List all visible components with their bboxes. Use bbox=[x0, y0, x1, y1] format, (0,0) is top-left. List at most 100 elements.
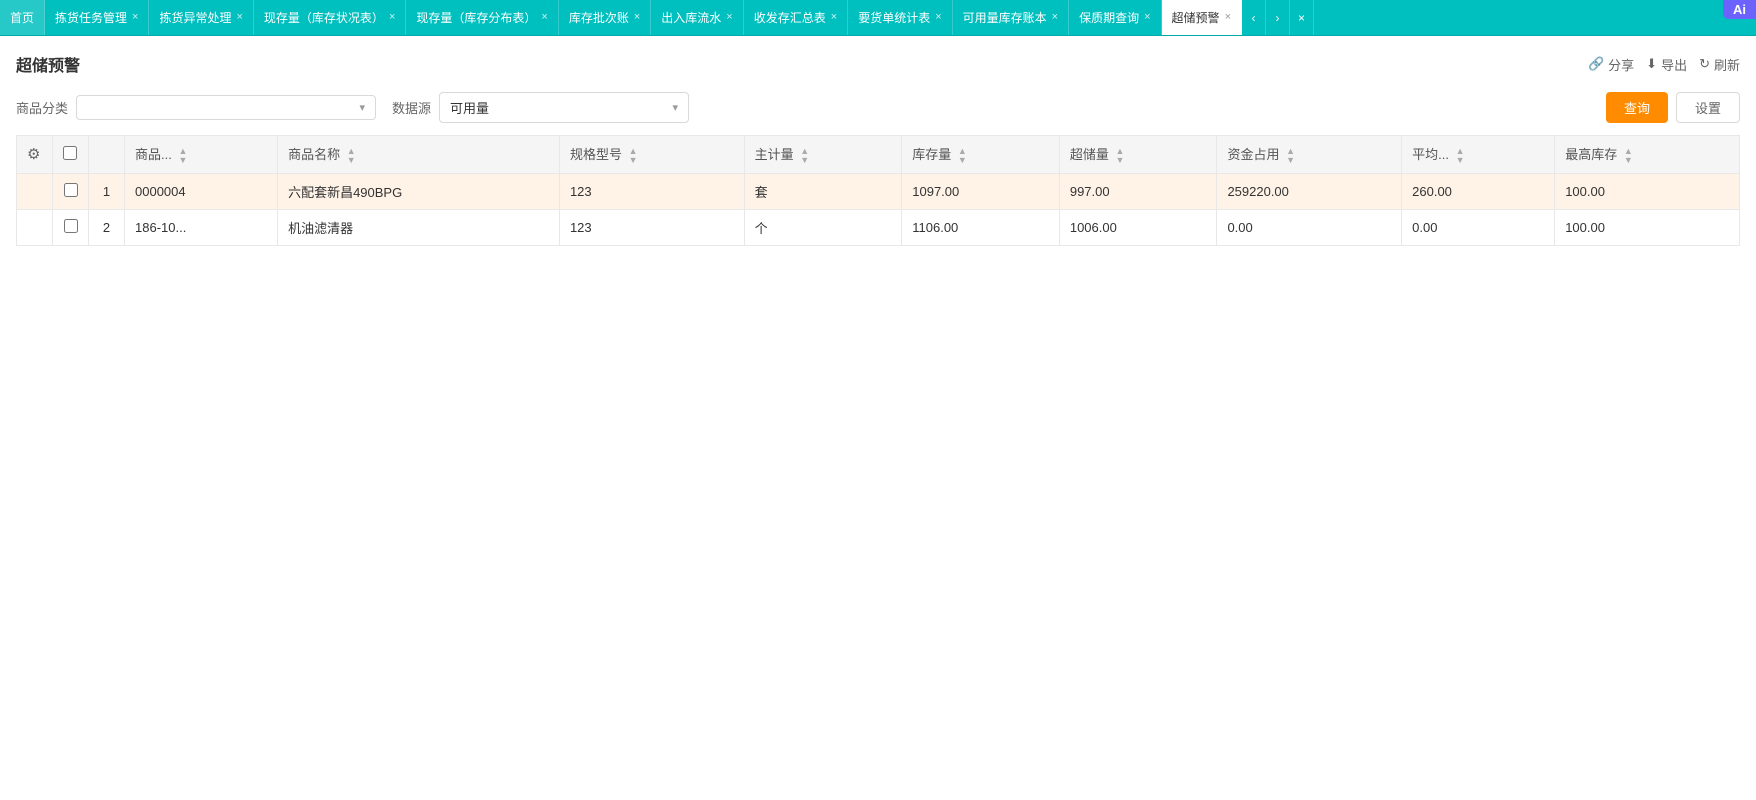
th-spec-label: 规格型号 bbox=[570, 147, 622, 162]
th-product-code[interactable]: 商品... ▲▼ bbox=[125, 136, 278, 174]
th-overstock[interactable]: 超储量 ▲▼ bbox=[1059, 136, 1217, 174]
row-checkbox[interactable] bbox=[64, 219, 78, 233]
table-row: 1 0000004 六配套新昌490BPG 123 套 1097.00 997.… bbox=[17, 173, 1740, 209]
nav-tab-4[interactable]: 现存量（库存分布表） × bbox=[406, 0, 558, 36]
sort-icon: ▲▼ bbox=[178, 147, 187, 165]
datasource-filter-group: 数据源 可用量 ▾ bbox=[392, 92, 689, 123]
nav-tab-8[interactable]: 要货单统计表 × bbox=[848, 0, 952, 36]
refresh-button[interactable]: ↻ 刷新 bbox=[1699, 55, 1740, 74]
nav-tab-label: 出入库流水 bbox=[661, 9, 721, 26]
nav-tab-label: 库存批次账 bbox=[569, 9, 629, 26]
gear-icon[interactable]: ⚙ bbox=[27, 146, 40, 163]
close-icon[interactable]: × bbox=[1144, 12, 1150, 23]
ai-badge[interactable]: Ai bbox=[1723, 0, 1756, 19]
td-product-name: 六配套新昌490BPG bbox=[278, 173, 560, 209]
th-row-num bbox=[89, 136, 125, 174]
close-icon[interactable]: × bbox=[1052, 12, 1058, 23]
td-checkbox[interactable] bbox=[53, 173, 89, 209]
category-select[interactable]: ▾ bbox=[76, 95, 376, 120]
select-all-checkbox[interactable] bbox=[63, 146, 77, 160]
nav-arrow-right[interactable]: › bbox=[1266, 0, 1290, 36]
nav-tab-5[interactable]: 库存批次账 × bbox=[559, 0, 651, 36]
share-icon: 🔗 bbox=[1588, 56, 1604, 72]
row-checkbox[interactable] bbox=[64, 183, 78, 197]
nav-tab-2[interactable]: 拣货异常处理 × bbox=[149, 0, 253, 36]
th-unit[interactable]: 主计量 ▲▼ bbox=[744, 136, 902, 174]
nav-tab-label: 拣货异常处理 bbox=[159, 9, 231, 26]
th-checkbox bbox=[53, 136, 89, 174]
sort-icon: ▲▼ bbox=[958, 147, 967, 165]
refresh-label: 刷新 bbox=[1714, 55, 1740, 74]
td-product-name: 机油滤清器 bbox=[278, 209, 560, 245]
data-table: ⚙ 商品... ▲▼ 商品名称 ▲▼ 规格型号 ▲▼ bbox=[16, 135, 1740, 246]
page-content: 超储预警 🔗 分享 ⬇ 导出 ↻ 刷新 商品分类 ▾ 数据源 bbox=[0, 36, 1756, 800]
share-label: 分享 bbox=[1608, 55, 1634, 74]
nav-tab-7[interactable]: 收发存汇总表 × bbox=[744, 0, 848, 36]
page-title: 超储预警 bbox=[16, 52, 80, 76]
td-capital: 259220.00 bbox=[1217, 173, 1402, 209]
nav-tab-home[interactable]: 首页 bbox=[0, 0, 45, 36]
filter-right: 查询 设置 bbox=[1606, 92, 1740, 123]
td-avg: 260.00 bbox=[1402, 173, 1555, 209]
td-product-code: 0000004 bbox=[125, 173, 278, 209]
table-header-row: ⚙ 商品... ▲▼ 商品名称 ▲▼ 规格型号 ▲▼ bbox=[17, 136, 1740, 174]
nav-tab-label: 收发存汇总表 bbox=[754, 9, 826, 26]
td-gear bbox=[17, 173, 53, 209]
close-icon[interactable]: × bbox=[541, 12, 547, 23]
category-filter-group: 商品分类 ▾ bbox=[16, 95, 376, 120]
sort-icon: ▲▼ bbox=[1286, 147, 1295, 165]
td-spec: 123 bbox=[559, 209, 744, 245]
datasource-value: 可用量 bbox=[450, 98, 489, 117]
nav-tab-10[interactable]: 保质期查询 × bbox=[1069, 0, 1161, 36]
close-icon[interactable]: × bbox=[935, 12, 941, 23]
close-icon[interactable]: × bbox=[634, 12, 640, 23]
nav-tab-label: 拣货任务管理 bbox=[55, 9, 127, 26]
th-stock[interactable]: 库存量 ▲▼ bbox=[902, 136, 1060, 174]
export-icon: ⬇ bbox=[1646, 56, 1657, 72]
td-checkbox[interactable] bbox=[53, 209, 89, 245]
chevron-down-icon: ▾ bbox=[359, 101, 365, 114]
nav-tab-label: 可用量库存账本 bbox=[963, 9, 1047, 26]
nav-tab-1[interactable]: 拣货任务管理 × bbox=[45, 0, 149, 36]
settings-button[interactable]: 设置 bbox=[1676, 92, 1740, 123]
th-product-name-label: 商品名称 bbox=[288, 147, 340, 162]
th-capital[interactable]: 资金占用 ▲▼ bbox=[1217, 136, 1402, 174]
share-button[interactable]: 🔗 分享 bbox=[1588, 55, 1634, 74]
td-unit: 套 bbox=[744, 173, 902, 209]
close-icon[interactable]: × bbox=[236, 12, 242, 23]
nav-tab-label: 现存量（库存分布表） bbox=[416, 9, 536, 26]
nav-close-all[interactable]: × bbox=[1290, 0, 1314, 36]
th-stock-label: 库存量 bbox=[912, 147, 951, 162]
table-row: 2 186-10... 机油滤清器 123 个 1106.00 1006.00 … bbox=[17, 209, 1740, 245]
td-capital: 0.00 bbox=[1217, 209, 1402, 245]
nav-tab-label: 超储预警 bbox=[1172, 9, 1220, 26]
th-avg[interactable]: 平均... ▲▼ bbox=[1402, 136, 1555, 174]
nav-tab-11[interactable]: 超储预警 × bbox=[1162, 0, 1242, 36]
th-unit-label: 主计量 bbox=[755, 147, 794, 162]
td-overstock: 1006.00 bbox=[1059, 209, 1217, 245]
nav-arrow-left[interactable]: ‹ bbox=[1242, 0, 1266, 36]
nav-tab-9[interactable]: 可用量库存账本 × bbox=[953, 0, 1069, 36]
category-label: 商品分类 bbox=[16, 98, 68, 117]
sort-icon: ▲▼ bbox=[1115, 147, 1124, 165]
close-icon[interactable]: × bbox=[726, 12, 732, 23]
close-icon[interactable]: × bbox=[831, 12, 837, 23]
th-product-name[interactable]: 商品名称 ▲▼ bbox=[278, 136, 560, 174]
sort-icon: ▲▼ bbox=[629, 147, 638, 165]
nav-tab-6[interactable]: 出入库流水 × bbox=[651, 0, 743, 36]
nav-tab-label: 现存量（库存状况表） bbox=[264, 9, 384, 26]
th-spec[interactable]: 规格型号 ▲▼ bbox=[559, 136, 744, 174]
td-stock: 1106.00 bbox=[902, 209, 1060, 245]
nav-tab-3[interactable]: 现存量（库存状况表） × bbox=[254, 0, 406, 36]
close-icon[interactable]: × bbox=[132, 12, 138, 23]
close-icon[interactable]: × bbox=[389, 12, 395, 23]
query-button[interactable]: 查询 bbox=[1606, 92, 1668, 123]
td-unit: 个 bbox=[744, 209, 902, 245]
th-max-stock[interactable]: 最高库存 ▲▼ bbox=[1555, 136, 1740, 174]
export-button[interactable]: ⬇ 导出 bbox=[1646, 55, 1687, 74]
refresh-icon: ↻ bbox=[1699, 56, 1710, 72]
datasource-select[interactable]: 可用量 ▾ bbox=[439, 92, 689, 123]
close-icon[interactable]: × bbox=[1225, 12, 1231, 23]
th-gear: ⚙ bbox=[17, 136, 53, 174]
sort-icon: ▲▼ bbox=[1456, 147, 1465, 165]
